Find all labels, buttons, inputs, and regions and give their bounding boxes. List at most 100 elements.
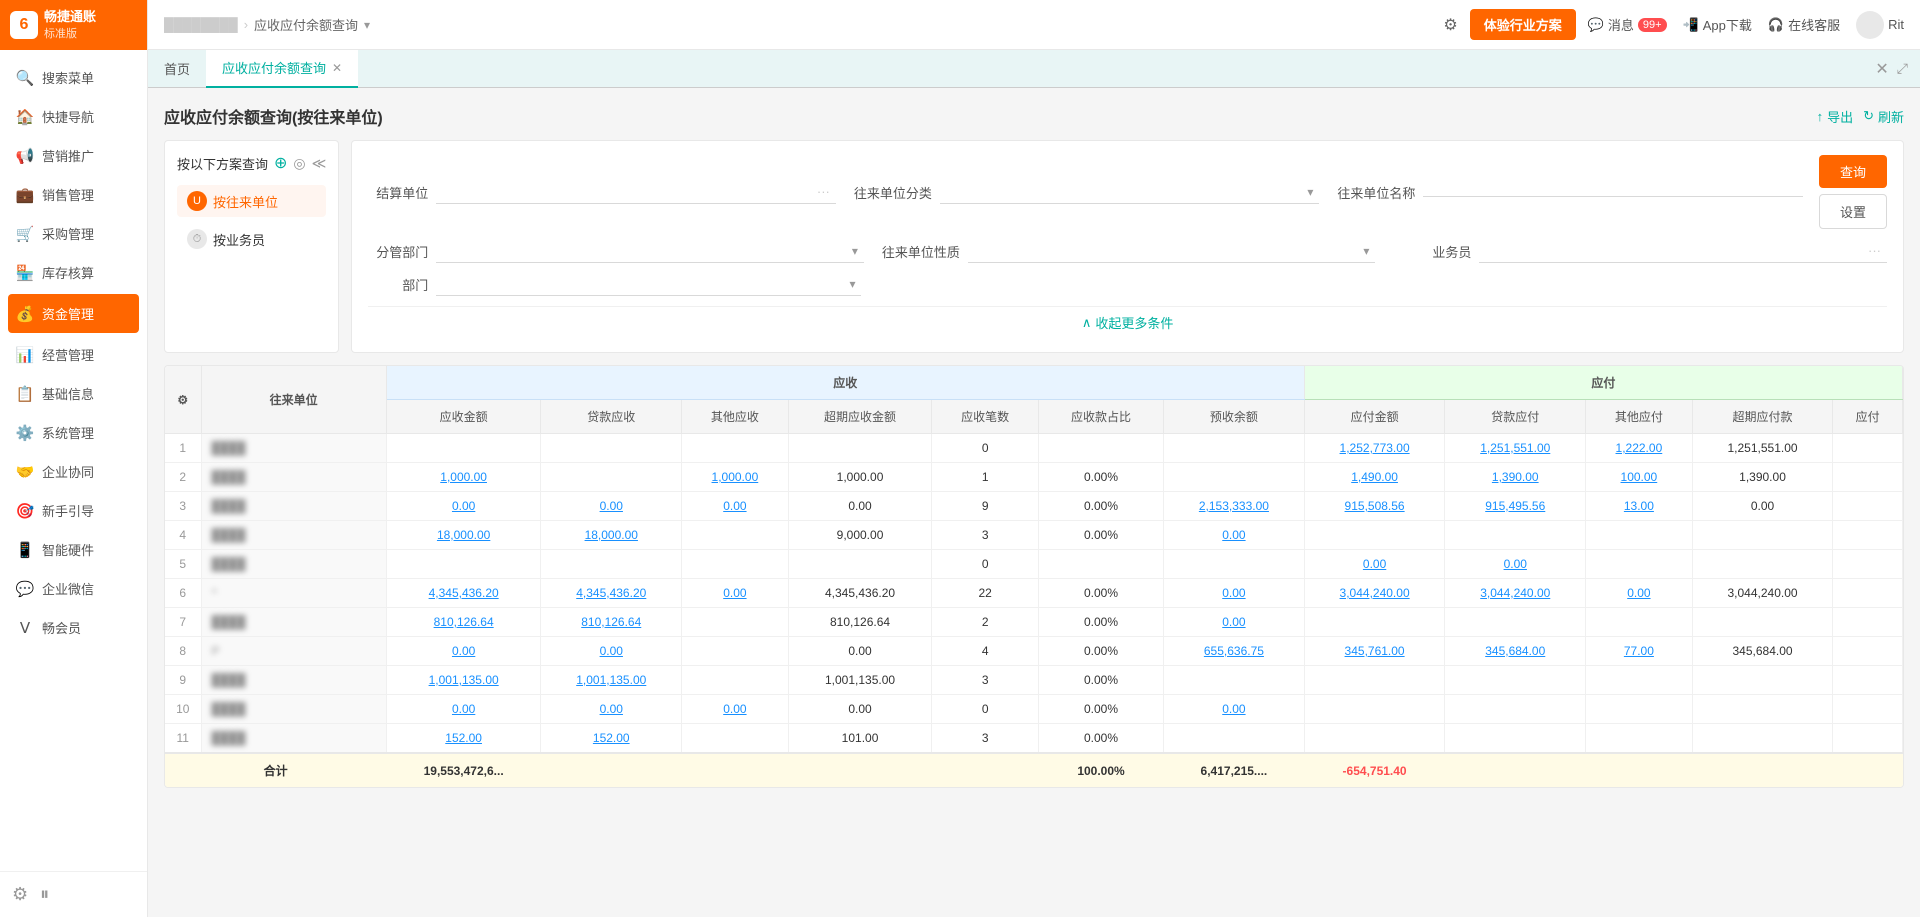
cell-link[interactable]: 345,684.00: [1485, 644, 1545, 658]
sidebar-item-quicknav[interactable]: 🏠 快捷导航: [0, 97, 147, 136]
cell-link[interactable]: 4,345,436.20: [576, 586, 646, 600]
cell-link[interactable]: 1,490.00: [1351, 470, 1398, 484]
cell-link[interactable]: 1,001,135.00: [576, 673, 646, 687]
cell-link[interactable]: 18,000.00: [437, 528, 490, 542]
sidebar-item-enterprise[interactable]: 🤝 企业协同: [0, 452, 147, 491]
cell-link[interactable]: 915,495.56: [1485, 499, 1545, 513]
cell-link[interactable]: 0.00: [452, 499, 475, 513]
cell-link[interactable]: 0.00: [600, 702, 623, 716]
cell-link[interactable]: 0.00: [452, 644, 475, 658]
filter-ywy-input[interactable]: ···: [1479, 239, 1887, 263]
cell-link[interactable]: 915,508.56: [1345, 499, 1405, 513]
cell-link[interactable]: 0.00: [723, 702, 746, 716]
cell-link[interactable]: 1,390.00: [1492, 470, 1539, 484]
sidebar-item-guide[interactable]: 🎯 新手引导: [0, 491, 147, 530]
cell-link[interactable]: 0.00: [1222, 528, 1245, 542]
filter-bm-select[interactable]: ▾: [436, 273, 861, 296]
cell-link[interactable]: 3,044,240.00: [1480, 586, 1550, 600]
cell-dkys: [541, 434, 682, 463]
filter-lwdwfl-select[interactable]: ▾: [940, 181, 1320, 204]
cell-link[interactable]: 2,153,333.00: [1199, 499, 1269, 513]
cell-link[interactable]: 0.00: [1222, 702, 1245, 716]
add-icon[interactable]: ⊕: [274, 153, 287, 173]
window-close-icon[interactable]: ✕: [1875, 59, 1888, 79]
cell-link[interactable]: 152.00: [445, 731, 482, 745]
cell-link[interactable]: 152.00: [593, 731, 630, 745]
cell-link[interactable]: 18,000.00: [585, 528, 638, 542]
query-button[interactable]: 查询: [1819, 155, 1887, 188]
sidebar-item-member[interactable]: Ⅴ 畅会员: [0, 608, 147, 647]
messages-button[interactable]: 💬 消息 99+: [1588, 15, 1667, 34]
cell-link[interactable]: 0.00: [1222, 615, 1245, 629]
promo-button[interactable]: 体验行业方案: [1470, 9, 1576, 40]
cell-link[interactable]: 1,222.00: [1616, 441, 1663, 455]
table-row: 6 ^ 4,345,436.20 4,345,436.20 0.00 4,345…: [165, 579, 1903, 608]
cell-link[interactable]: 0.00: [723, 499, 746, 513]
sidebar-item-finance[interactable]: 💰 资金管理: [8, 294, 139, 333]
filter-lwdwxz-select[interactable]: ▾: [968, 240, 1376, 263]
cell-link[interactable]: 1,001,135.00: [429, 673, 499, 687]
cell-link[interactable]: 13.00: [1624, 499, 1654, 513]
cell-link[interactable]: 1,000.00: [440, 470, 487, 484]
sidebar-item-basic[interactable]: 📋 基础信息: [0, 374, 147, 413]
cell-link[interactable]: 1,251,551.00: [1480, 441, 1550, 455]
cell-link[interactable]: 0.00: [1363, 557, 1386, 571]
cell-link[interactable]: 0.00: [723, 586, 746, 600]
back-icon[interactable]: ≪: [312, 155, 327, 172]
cell-link[interactable]: 4,345,436.20: [429, 586, 499, 600]
cell-unit: ████: [201, 608, 386, 637]
sidebar-item-purchase[interactable]: 🛒 采购管理: [0, 214, 147, 253]
sidebar-item-inventory[interactable]: 🏪 库存核算: [0, 253, 147, 292]
query-group-by-salesperson[interactable]: ⏱ 按业务员: [177, 223, 326, 255]
sidebar-item-marketing[interactable]: 📢 营销推广: [0, 136, 147, 175]
collapse-button[interactable]: ∧ 收起更多条件: [368, 306, 1887, 338]
cell-link[interactable]: 0.00: [600, 644, 623, 658]
filter-fgbm-select[interactable]: ▾: [436, 240, 864, 263]
header-settings-icon[interactable]: ⚙: [1443, 15, 1457, 35]
edit-icon[interactable]: ◎: [293, 155, 305, 172]
online-service-button[interactable]: 🎧 在线客服: [1768, 15, 1840, 34]
tab-query[interactable]: 应收应付余额查询 ✕: [206, 50, 358, 88]
window-expand-icon[interactable]: ⤢: [1897, 60, 1908, 77]
tab-home[interactable]: 首页: [148, 50, 206, 88]
cell-ysje: [386, 550, 541, 579]
filter-jsdw-input[interactable]: ···: [436, 180, 836, 204]
cell-link[interactable]: 77.00: [1624, 644, 1654, 658]
cell-link[interactable]: 3,044,240.00: [1340, 586, 1410, 600]
settings-button[interactable]: 设置: [1819, 194, 1887, 229]
cell-link[interactable]: 345,761.00: [1345, 644, 1405, 658]
sidebar-item-sales[interactable]: 💼 销售管理: [0, 175, 147, 214]
cell-link[interactable]: 0.00: [1222, 586, 1245, 600]
cell-ysye: [1164, 724, 1305, 754]
export-button[interactable]: ↑ 导出: [1817, 107, 1854, 126]
tab-close-icon[interactable]: ✕: [332, 61, 342, 75]
cell-link[interactable]: 1,252,773.00: [1340, 441, 1410, 455]
th-settings[interactable]: ⚙: [165, 366, 201, 434]
sidebar-item-wechat[interactable]: 💬 企业微信: [0, 569, 147, 608]
sidebar-settings-icon[interactable]: ⚙: [12, 884, 28, 905]
cell-link[interactable]: 655,636.75: [1204, 644, 1264, 658]
app-download-button[interactable]: 📲 App下载: [1683, 15, 1752, 34]
cell-link[interactable]: 810,126.64: [581, 615, 641, 629]
cell-dkyf: 915,495.56: [1445, 492, 1586, 521]
cell-link[interactable]: 810,126.64: [434, 615, 494, 629]
filter-lwdwmc-input[interactable]: [1423, 188, 1803, 197]
sidebar-item-system[interactable]: ⚙️ 系统管理: [0, 413, 147, 452]
refresh-button[interactable]: ↻ 刷新: [1863, 107, 1904, 126]
table-settings-icon[interactable]: ⚙: [177, 393, 188, 407]
sidebar-item-search[interactable]: 🔍 搜索菜单: [0, 58, 147, 97]
cell-link[interactable]: 0.00: [1504, 557, 1527, 571]
cell-link[interactable]: 1,000.00: [712, 470, 759, 484]
cell-link[interactable]: 0.00: [452, 702, 475, 716]
cell-cqysje: 0.00: [788, 637, 932, 666]
sidebar-item-operation[interactable]: 📊 经营管理: [0, 335, 147, 374]
cell-ysbs: 0: [932, 550, 1039, 579]
sidebar-collapse-icon[interactable]: ⏸: [40, 884, 49, 905]
cell-link[interactable]: 0.00: [1627, 586, 1650, 600]
sidebar-item-hardware[interactable]: 📱 智能硬件: [0, 530, 147, 569]
user-info[interactable]: Rit: [1856, 11, 1904, 39]
query-group-by-unit[interactable]: U 按往来单位: [177, 185, 326, 217]
cell-link[interactable]: 100.00: [1621, 470, 1658, 484]
breadcrumb-dropdown-icon[interactable]: ▾: [364, 18, 370, 32]
cell-link[interactable]: 0.00: [600, 499, 623, 513]
